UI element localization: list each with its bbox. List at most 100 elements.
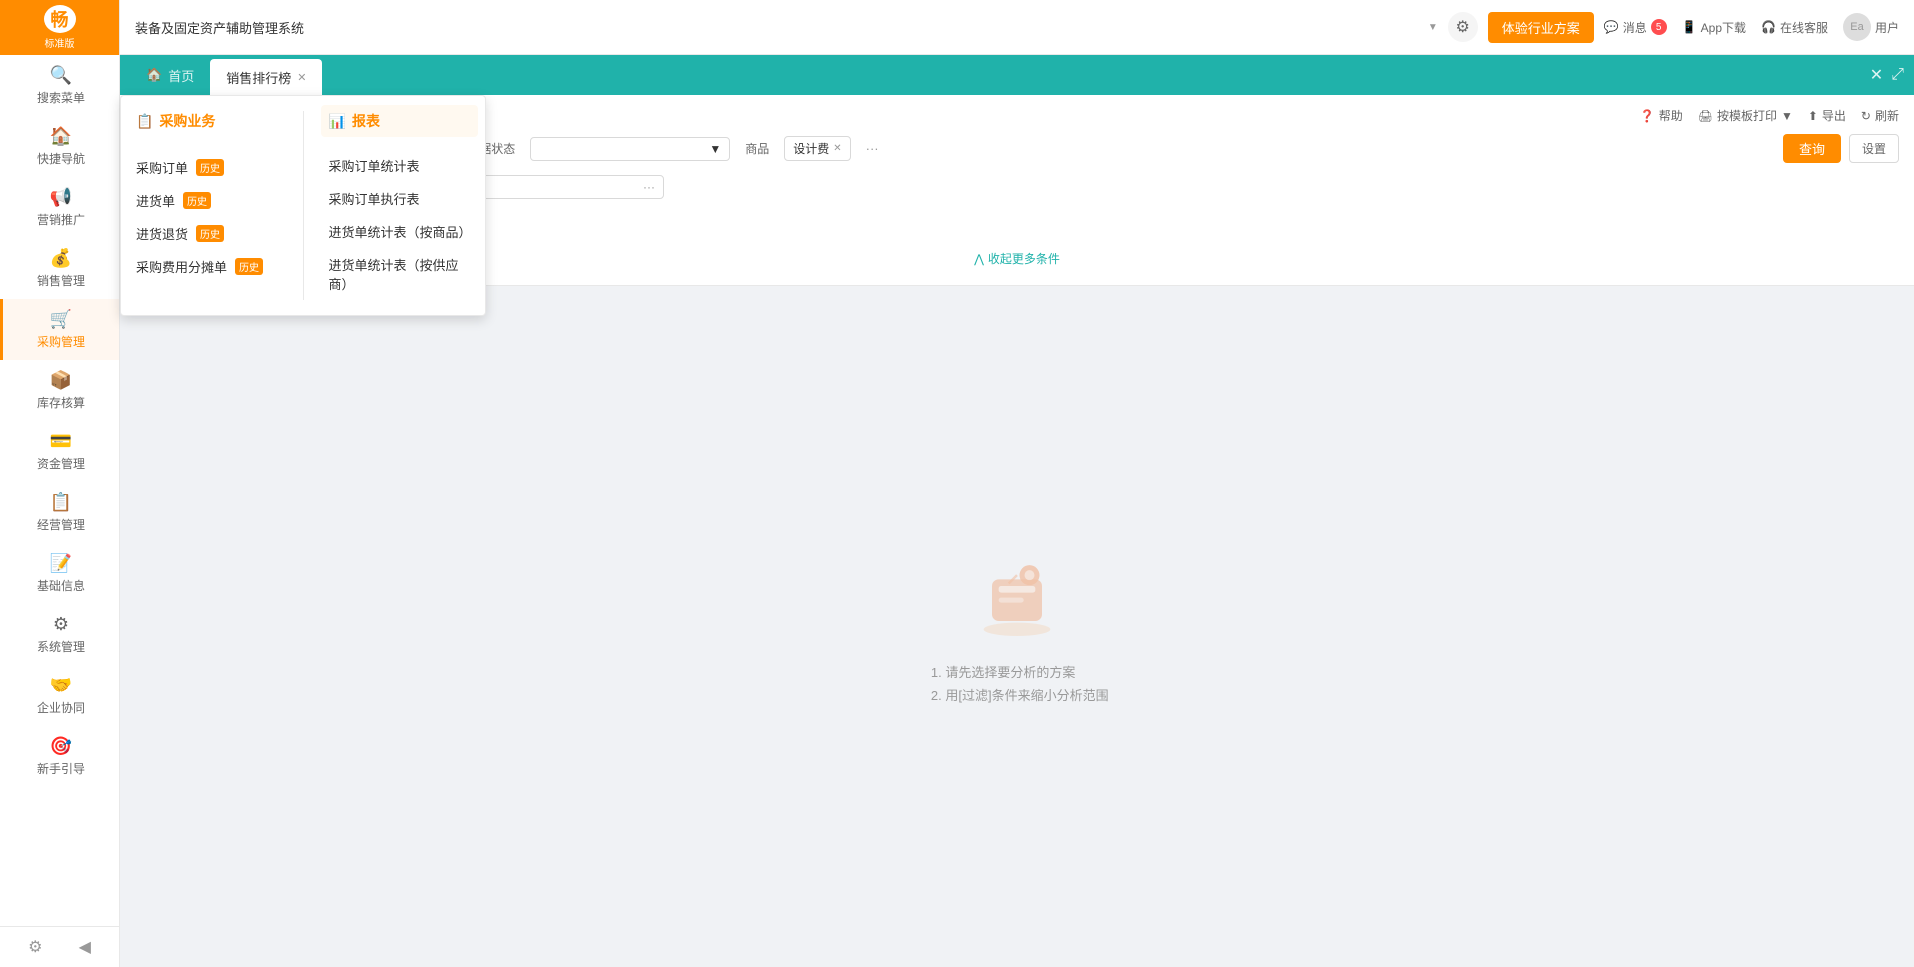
setting-button[interactable]: 设置 bbox=[1849, 134, 1899, 163]
tab-close-icon[interactable]: ✕ bbox=[297, 71, 306, 84]
goods-more-dots[interactable]: ··· bbox=[866, 141, 879, 156]
sidebar-item-label-system: 系统管理 bbox=[37, 638, 85, 655]
headset-icon: 🎧 bbox=[1761, 20, 1776, 34]
sidebar-nav: 🔍 搜索菜单 🏠 快捷导航 📢 营销推广 💰 销售管理 🛒 采购管理 📦 库存核… bbox=[0, 55, 119, 926]
export-icon: ⬆ bbox=[1808, 109, 1818, 123]
dropdown-item-goods-stat-by-product[interactable]: 进货单统计表（按商品） bbox=[329, 215, 471, 248]
user-menu-button[interactable]: Ea 用户 bbox=[1843, 13, 1899, 41]
status-dropdown-icon: ▼ bbox=[709, 142, 721, 156]
empty-state: 请先选择要分析的方案 用[过滤]条件来缩小分析范围 bbox=[120, 286, 1914, 967]
marketing-icon: 📢 bbox=[50, 187, 72, 208]
dropdown-item-purchase-order-exec[interactable]: 采购订单执行表 bbox=[329, 182, 471, 215]
empty-illustration bbox=[967, 546, 1067, 646]
app-download-label: App下载 bbox=[1701, 19, 1746, 36]
empty-tip-1: 请先选择要分析的方案 bbox=[945, 661, 1108, 684]
tabbar-actions: ✕ ⤢ bbox=[1870, 65, 1904, 85]
sidebar-item-enterprise[interactable]: 🤝 企业协同 bbox=[0, 665, 119, 726]
system-title-dropdown[interactable]: ▼ bbox=[1428, 22, 1438, 33]
tabbar-close-icon[interactable]: ✕ bbox=[1870, 65, 1883, 85]
sidebar-collapse-icon[interactable]: ◀ bbox=[79, 937, 91, 957]
online-service-button[interactable]: 🎧 在线客服 bbox=[1761, 19, 1828, 36]
user-avatar: Ea bbox=[1843, 13, 1871, 41]
sidebar-item-search[interactable]: 🔍 搜索菜单 bbox=[0, 55, 119, 116]
sidebar-item-label-inventory: 库存核算 bbox=[37, 394, 85, 411]
print-label: 按模板打印 bbox=[1717, 107, 1777, 124]
tab-home-label: 首页 bbox=[168, 66, 194, 85]
print-dropdown-icon[interactable]: ▼ bbox=[1781, 109, 1793, 123]
dropdown-item-purchase-order-stat[interactable]: 采购订单统计表 bbox=[329, 149, 471, 182]
sidebar-item-sales[interactable]: 💰 销售管理 bbox=[0, 238, 119, 299]
status-select[interactable]: ▼ bbox=[530, 137, 730, 161]
history-badge-4: 历史 bbox=[235, 258, 263, 275]
sidebar-item-label-quick-nav: 快捷导航 bbox=[37, 150, 85, 167]
goods-stat-supplier-label: 进货单统计表（按供应商） bbox=[329, 255, 471, 293]
topbar-right: 💬 消息 5 📱 App下载 🎧 在线客服 Ea 用户 bbox=[1604, 13, 1899, 41]
sidebar-item-marketing[interactable]: 📢 营销推广 bbox=[0, 177, 119, 238]
operations-icon: 📋 bbox=[50, 492, 72, 513]
purchase-order-stat-label: 采购订单统计表 bbox=[329, 156, 420, 175]
sidebar-item-purchase[interactable]: 🛒 采购管理 bbox=[0, 299, 119, 360]
sidebar-item-label-finance: 资金管理 bbox=[37, 455, 85, 472]
sales-icon: 💰 bbox=[50, 248, 72, 269]
tab-home[interactable]: 🏠 首页 bbox=[130, 55, 210, 95]
sidebar-logo: 畅 标准版 bbox=[0, 0, 119, 55]
guide-icon: 🎯 bbox=[50, 736, 72, 757]
sidebar-settings-icon[interactable]: ⚙ bbox=[28, 937, 42, 957]
goods-tag-remove[interactable]: ✕ bbox=[833, 143, 841, 154]
tabbar-expand-icon[interactable]: ⤢ bbox=[1891, 66, 1904, 84]
topbar-settings-button[interactable]: ⚙ bbox=[1448, 12, 1478, 42]
goods-receipt-label: 进货单 bbox=[136, 191, 175, 210]
tabbar: 🏠 首页 销售排行榜 ✕ ✕ ⤢ bbox=[120, 55, 1914, 95]
purchase-icon: 🛒 bbox=[50, 309, 72, 330]
goods-tag: 设计费 ✕ bbox=[784, 136, 850, 161]
help-label: 帮助 bbox=[1659, 107, 1683, 124]
finance-icon: 💳 bbox=[50, 431, 72, 452]
query-button[interactable]: 查询 bbox=[1783, 134, 1841, 163]
system-title: 装备及固定资产辅助管理系统 bbox=[135, 18, 1418, 37]
help-button[interactable]: ❓ 帮助 bbox=[1640, 107, 1683, 124]
filter-actions: 查询 设置 bbox=[1783, 134, 1899, 163]
dropdown-item-goods-receipt[interactable]: 进货单 历史 bbox=[136, 184, 278, 217]
sidebar-item-operations[interactable]: 📋 经营管理 bbox=[0, 482, 119, 543]
dropdown-item-goods-stat-by-supplier[interactable]: 进货单统计表（按供应商） bbox=[329, 248, 471, 300]
print-button[interactable]: 🖨 按模板打印 ▼ bbox=[1698, 107, 1793, 124]
salesman-dots[interactable]: ··· bbox=[643, 180, 655, 194]
tab-sales-rank-label: 销售排行榜 bbox=[226, 68, 291, 87]
sidebar-item-label-sales: 销售管理 bbox=[37, 272, 85, 289]
sidebar-item-label-purchase: 采购管理 bbox=[37, 333, 85, 350]
dropdown-divider bbox=[303, 111, 304, 300]
refresh-button[interactable]: ↻ 刷新 bbox=[1861, 107, 1899, 124]
tab-sales-rank[interactable]: 销售排行榜 ✕ bbox=[210, 59, 322, 95]
dropdown-report-title: 📊 报表 bbox=[321, 105, 479, 137]
history-badge-3: 历史 bbox=[196, 225, 224, 242]
sidebar-item-label-basic-info: 基础信息 bbox=[37, 577, 85, 594]
messages-label: 消息 bbox=[1623, 19, 1647, 36]
dropdown-report-col: 📊 报表 采购订单统计表 采购订单执行表 进货单统计表（按商品） 进货单统计表（… bbox=[329, 111, 471, 300]
empty-tip-2: 用[过滤]条件来缩小分析范围 bbox=[945, 684, 1108, 707]
dropdown-item-purchase-cost[interactable]: 采购费用分摊单 历史 bbox=[136, 250, 278, 283]
dropdown-overlay: 📋 采购业务 采购订单 历史 进货单 历史 进货退货 历史 采购费用分摊单 历史 bbox=[120, 95, 486, 316]
dropdown-purchase-col: 📋 采购业务 采购订单 历史 进货单 历史 进货退货 历史 采购费用分摊单 历史 bbox=[136, 111, 278, 300]
salesman-input[interactable]: ··· bbox=[464, 175, 664, 199]
sidebar-item-system[interactable]: ⚙ 系统管理 bbox=[0, 604, 119, 665]
dropdown-menu: 📋 采购业务 采购订单 历史 进货单 历史 进货退货 历史 采购费用分摊单 历史 bbox=[120, 95, 486, 316]
sidebar-item-finance[interactable]: 💳 资金管理 bbox=[0, 421, 119, 482]
sidebar-item-inventory[interactable]: 📦 库存核算 bbox=[0, 360, 119, 421]
sidebar-item-label-search: 搜索菜单 bbox=[37, 89, 85, 106]
messages-badge: 5 bbox=[1651, 19, 1667, 35]
purchase-icon: 📋 bbox=[136, 113, 153, 130]
industry-solution-button[interactable]: 体验行业方案 bbox=[1488, 12, 1594, 43]
sidebar-item-basic-info[interactable]: 📝 基础信息 bbox=[0, 543, 119, 604]
sidebar-item-quick-nav[interactable]: 🏠 快捷导航 bbox=[0, 116, 119, 177]
report-title-label: 报表 bbox=[352, 111, 380, 131]
phone-icon: 📱 bbox=[1682, 20, 1697, 34]
export-button[interactable]: ⬆ 导出 bbox=[1808, 107, 1846, 124]
dropdown-item-goods-return[interactable]: 进货退货 历史 bbox=[136, 217, 278, 250]
app-download-button[interactable]: 📱 App下载 bbox=[1682, 19, 1746, 36]
goods-tag-label: 设计费 bbox=[793, 140, 829, 157]
help-icon: ❓ bbox=[1640, 109, 1655, 123]
dropdown-item-purchase-order[interactable]: 采购订单 历史 bbox=[136, 151, 278, 184]
messages-button[interactable]: 💬 消息 5 bbox=[1604, 19, 1667, 36]
sidebar-item-guide[interactable]: 🎯 新手引导 bbox=[0, 726, 119, 787]
system-icon: ⚙ bbox=[53, 614, 69, 635]
